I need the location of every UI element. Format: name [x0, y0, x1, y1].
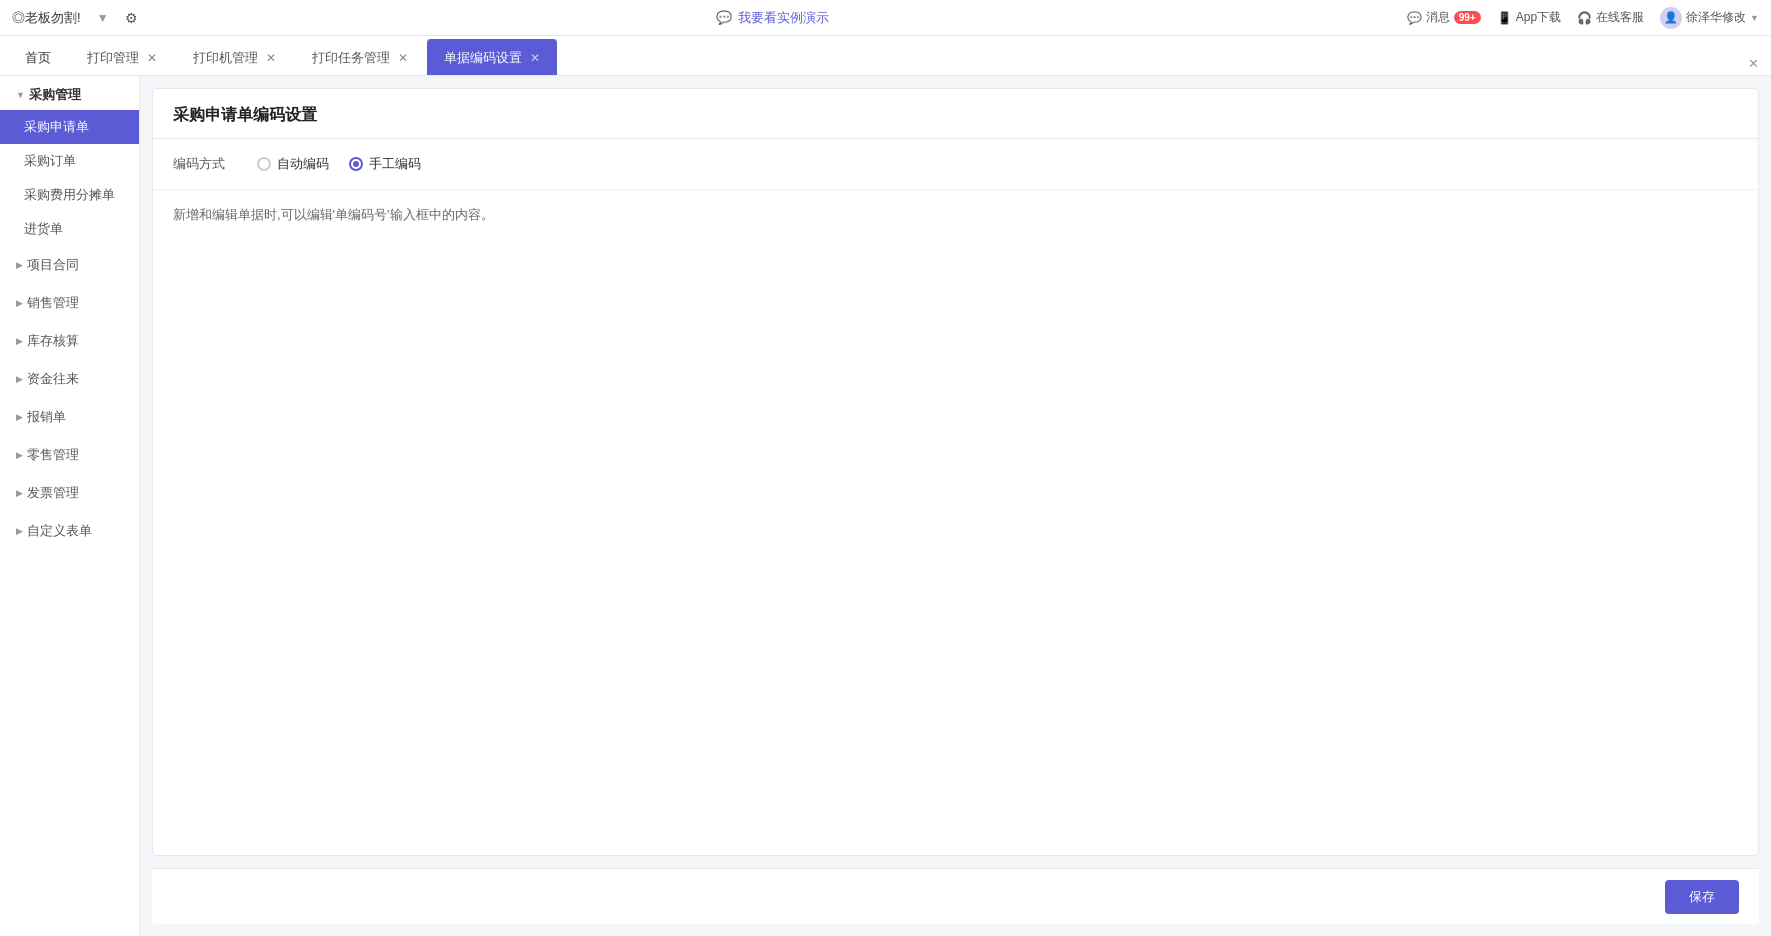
- sidebar-label-inventory-calc: 库存核算: [27, 332, 79, 350]
- tab-bill-encode-settings[interactable]: 单据编码设置 ✕: [427, 39, 557, 75]
- content-inner: 采购申请单编码设置 编码方式 自动编码 手工编码: [152, 88, 1759, 856]
- headset-icon: 🎧: [1577, 11, 1592, 25]
- radio-label-auto: 自动编码: [277, 155, 329, 173]
- brand-label: ◎老板勿割!: [12, 9, 81, 27]
- radio-option-auto[interactable]: 自动编码: [257, 155, 329, 173]
- sidebar-label-fund-flow: 资金往来: [27, 370, 79, 388]
- sidebar-item-label-stock-in: 进货单: [24, 221, 63, 236]
- sidebar-item-sales-mgmt[interactable]: ▶ 销售管理: [0, 284, 139, 322]
- tab-print-task-mgmt-label: 打印任务管理: [312, 49, 390, 67]
- top-bar-left: ◎老板勿割! ▼ ⚙: [12, 9, 138, 27]
- encode-row: 编码方式 自动编码 手工编码: [173, 155, 1738, 173]
- tab-printer-mgmt-close[interactable]: ✕: [266, 51, 276, 65]
- main-layout: ▼ 采购管理 采购申请单 采购订单 采购费用分摊单 进货单 ▶ 项目合同 ▶ 销…: [0, 76, 1771, 936]
- sidebar-item-label-purchase-request: 采购申请单: [24, 119, 89, 134]
- sidebar-item-stock-in[interactable]: 进货单: [0, 212, 139, 246]
- sidebar-expand-icon: ▼: [16, 90, 25, 100]
- save-button[interactable]: 保存: [1665, 880, 1739, 914]
- tab-bill-encode-settings-close[interactable]: ✕: [530, 51, 540, 65]
- content-header: 采购申请单编码设置: [153, 89, 1758, 139]
- page-title: 采购申请单编码设置: [173, 106, 317, 123]
- sidebar-label-invoice-mgmt: 发票管理: [27, 484, 79, 502]
- demo-text[interactable]: 我要看实例演示: [738, 9, 829, 27]
- sidebar-item-retail-mgmt[interactable]: ▶ 零售管理: [0, 436, 139, 474]
- tab-print-task-mgmt-close[interactable]: ✕: [398, 51, 408, 65]
- chat-icon: 💬: [716, 10, 732, 25]
- sidebar-item-label-purchase-expense: 采购费用分摊单: [24, 187, 115, 202]
- tab-bar: 首页 打印管理 ✕ 打印机管理 ✕ 打印任务管理 ✕ 单据编码设置 ✕ ✕: [0, 36, 1771, 76]
- sidebar-item-sales-return[interactable]: ▶ 报销单: [0, 398, 139, 436]
- tab-printer-mgmt-label: 打印机管理: [193, 49, 258, 67]
- content-spacer: [153, 240, 1758, 855]
- sidebar-collapse-icon-sales: ▶: [16, 298, 23, 308]
- sidebar-collapse-icon-retail: ▶: [16, 450, 23, 460]
- sidebar-item-label-purchase-order: 采购订单: [24, 153, 76, 168]
- sidebar-group-purchase-mgmt: ▼ 采购管理 采购申请单 采购订单 采购费用分摊单 进货单: [0, 76, 139, 246]
- sidebar-item-purchase-request[interactable]: 采购申请单: [0, 110, 139, 144]
- tab-print-mgmt-close[interactable]: ✕: [147, 51, 157, 65]
- sidebar-label-retail-mgmt: 零售管理: [27, 446, 79, 464]
- sidebar-collapse-icon-inventory: ▶: [16, 336, 23, 346]
- content-area: 采购申请单编码设置 编码方式 自动编码 手工编码: [140, 76, 1771, 936]
- bell-icon: 💬: [1407, 11, 1422, 25]
- sidebar-label-custom-form: 自定义表单: [27, 522, 92, 540]
- sidebar-label-project-contract: 项目合同: [27, 256, 79, 274]
- message-badge: 99+: [1454, 11, 1481, 24]
- sidebar-item-purchase-expense[interactable]: 采购费用分摊单: [0, 178, 139, 212]
- radio-label-manual: 手工编码: [369, 155, 421, 173]
- sidebar-collapse-icon-return: ▶: [16, 412, 23, 422]
- sidebar-collapse-icon-fund: ▶: [16, 374, 23, 384]
- tab-home-label: 首页: [25, 49, 51, 67]
- message-item[interactable]: 💬 消息 99+: [1407, 9, 1481, 26]
- sidebar: ▼ 采购管理 采购申请单 采购订单 采购费用分摊单 进货单 ▶ 项目合同 ▶ 销…: [0, 76, 140, 936]
- info-text: 新增和编辑单据时,可以编辑'单编码号'输入框中的内容。: [153, 190, 1758, 240]
- tab-bill-encode-settings-label: 单据编码设置: [444, 49, 522, 67]
- sidebar-item-inventory-calc[interactable]: ▶ 库存核算: [0, 322, 139, 360]
- tab-print-mgmt-label: 打印管理: [87, 49, 139, 67]
- app-download-label: App下载: [1516, 9, 1561, 26]
- sidebar-collapse-icon-custom: ▶: [16, 526, 23, 536]
- sidebar-collapse-icon-project: ▶: [16, 260, 23, 270]
- tab-print-task-mgmt[interactable]: 打印任务管理 ✕: [295, 39, 425, 75]
- phone-icon: 📱: [1497, 11, 1512, 25]
- tab-printer-mgmt[interactable]: 打印机管理 ✕: [176, 39, 293, 75]
- user-name-label: 徐泽华修改: [1686, 9, 1746, 26]
- top-bar-right: 💬 消息 99+ 📱 App下载 🎧 在线客服 👤 徐泽华修改 ▼: [1407, 7, 1759, 29]
- tab-print-mgmt[interactable]: 打印管理 ✕: [70, 39, 174, 75]
- sidebar-group-title-purchase-mgmt[interactable]: ▼ 采购管理: [0, 76, 139, 110]
- encode-label: 编码方式: [173, 155, 233, 173]
- sidebar-label-sales-mgmt: 销售管理: [27, 294, 79, 312]
- chevron-down-icon[interactable]: ▼: [97, 11, 109, 25]
- top-bar-center: 💬 我要看实例演示: [716, 9, 829, 27]
- online-service-label: 在线客服: [1596, 9, 1644, 26]
- user-chevron-icon: ▼: [1750, 13, 1759, 23]
- radio-option-manual[interactable]: 手工编码: [349, 155, 421, 173]
- user-profile-item[interactable]: 👤 徐泽华修改 ▼: [1660, 7, 1759, 29]
- user-avatar-icon: 👤: [1660, 7, 1682, 29]
- tab-home[interactable]: 首页: [8, 39, 68, 75]
- sidebar-group-label-purchase-mgmt: 采购管理: [29, 86, 81, 104]
- message-label: 消息: [1426, 9, 1450, 26]
- sidebar-item-fund-flow[interactable]: ▶ 资金往来: [0, 360, 139, 398]
- encode-section: 编码方式 自动编码 手工编码: [153, 139, 1758, 190]
- top-bar: ◎老板勿割! ▼ ⚙ 💬 我要看实例演示 💬 消息 99+ 📱 App下载 🎧 …: [0, 0, 1771, 36]
- radio-group: 自动编码 手工编码: [257, 155, 421, 173]
- sidebar-collapse-icon-invoice: ▶: [16, 488, 23, 498]
- radio-circle-manual: [349, 157, 363, 171]
- online-service-item[interactable]: 🎧 在线客服: [1577, 9, 1644, 26]
- app-download-item[interactable]: 📱 App下载: [1497, 9, 1561, 26]
- sidebar-item-purchase-order[interactable]: 采购订单: [0, 144, 139, 178]
- tab-close-all-button[interactable]: ✕: [1744, 52, 1763, 75]
- sidebar-label-sales-return: 报销单: [27, 408, 66, 426]
- settings-icon[interactable]: ⚙: [125, 10, 138, 26]
- bottom-bar: 保存: [152, 868, 1759, 924]
- radio-circle-auto: [257, 157, 271, 171]
- sidebar-item-project-contract[interactable]: ▶ 项目合同: [0, 246, 139, 284]
- sidebar-item-invoice-mgmt[interactable]: ▶ 发票管理: [0, 474, 139, 512]
- sidebar-item-custom-form[interactable]: ▶ 自定义表单: [0, 512, 139, 550]
